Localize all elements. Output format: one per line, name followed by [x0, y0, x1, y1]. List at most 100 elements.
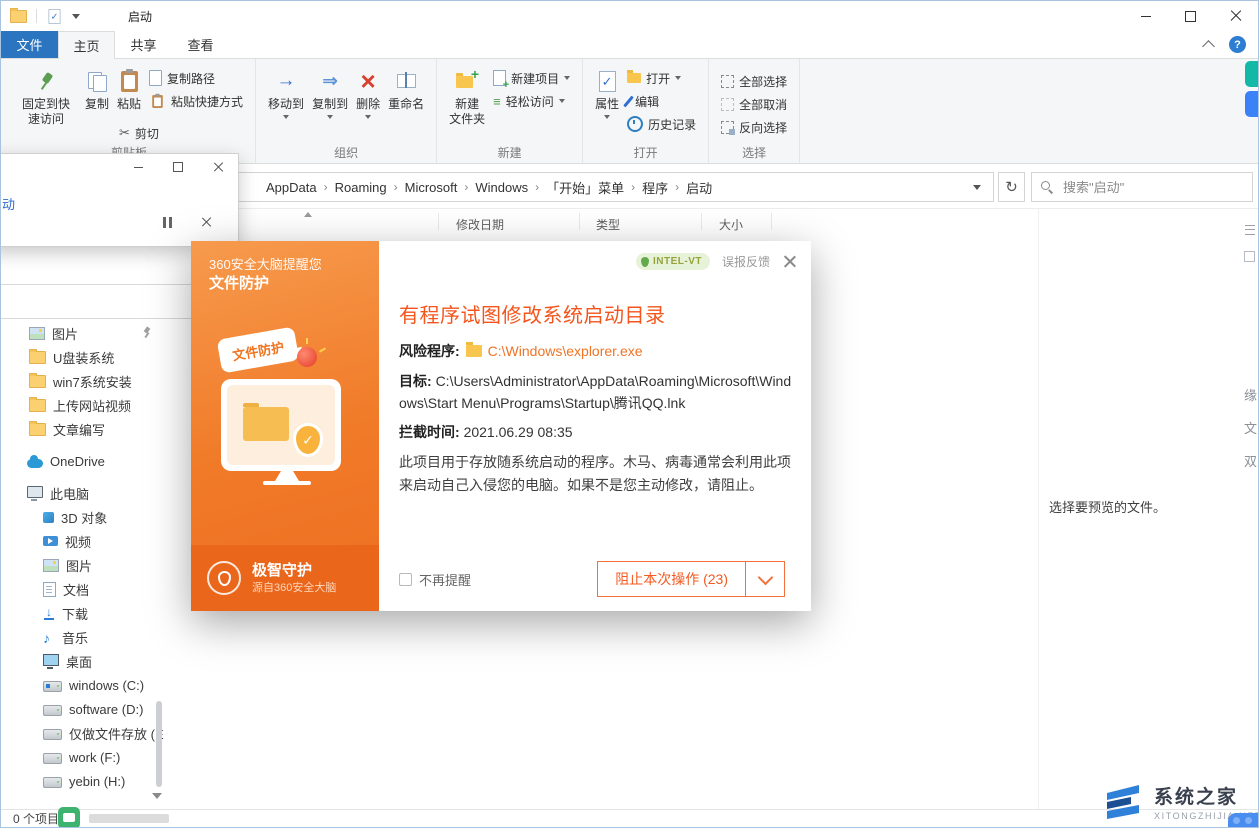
paste-button[interactable]: 粘贴	[113, 63, 145, 114]
breadcrumb-item[interactable]: 「开始」菜单	[540, 178, 630, 197]
breadcrumb-item[interactable]: Roaming	[329, 180, 393, 195]
column-header-size[interactable]: 大小	[719, 216, 743, 233]
sidebar-item[interactable]: work (F:)	[1, 745, 164, 769]
sidebar-item[interactable]: 桌面	[1, 649, 164, 673]
close-button[interactable]	[1213, 1, 1258, 31]
new-item-button[interactable]: 新建项目	[489, 68, 574, 88]
sidebar-item[interactable]: 3D 对象	[1, 505, 164, 529]
sidebar-item-label: win7系统安装	[53, 372, 132, 391]
button-label: 重命名	[388, 97, 424, 112]
dont-remind-checkbox[interactable]	[399, 573, 412, 586]
sidebar-item[interactable]: windows (C:)	[1, 673, 164, 697]
tab-view[interactable]: 查看	[172, 31, 229, 58]
minimize-button[interactable]	[1123, 1, 1168, 31]
block-action-button[interactable]: 阻止本次操作 (23)	[597, 561, 785, 597]
paste-shortcut-button[interactable]: 粘贴快捷方式	[145, 91, 247, 111]
mini-minimize-button[interactable]	[118, 154, 158, 180]
button-label: 新建项目	[511, 70, 559, 87]
address-dropdown-chevron-icon[interactable]	[973, 185, 981, 190]
dialog-title: 有程序试图修改系统启动目录	[399, 299, 666, 328]
qat-customize-chevron-icon[interactable]	[72, 14, 80, 19]
column-divider[interactable]	[579, 213, 580, 230]
search-input[interactable]	[1061, 179, 1245, 196]
cancel-button[interactable]	[200, 216, 212, 228]
tab-home[interactable]: 主页	[58, 31, 115, 59]
move-to-button[interactable]: 移动到	[264, 63, 308, 121]
select-none-button[interactable]: 全部取消	[717, 94, 791, 114]
quick-access-properties-icon[interactable]	[49, 9, 61, 24]
easy-access-button[interactable]: 轻松访问	[489, 91, 574, 111]
copy-button[interactable]: 复制	[81, 63, 113, 114]
maximize-button[interactable]	[1168, 1, 1213, 31]
cut-button[interactable]: 剪切	[115, 123, 163, 143]
breadcrumb-item[interactable]: 程序	[636, 178, 674, 197]
folder-icon	[29, 423, 46, 436]
sort-ascending-icon[interactable]	[304, 212, 312, 217]
pin-to-quick-access-button[interactable]: 固定到快 速访问	[11, 63, 81, 129]
clipped-text-glyph: 文	[1244, 418, 1257, 437]
sidebar-item[interactable]: 图片	[1, 321, 164, 345]
button-label: 删除	[356, 97, 380, 112]
drive-icon	[43, 777, 62, 788]
rename-button[interactable]: 重命名	[384, 63, 428, 114]
history-button[interactable]: 历史记录	[623, 114, 700, 134]
ribbon-group-clipboard: 固定到快 速访问 复制 粘贴 复制路径 粘贴快捷方式	[3, 59, 256, 163]
block-button-dropdown[interactable]	[745, 562, 784, 596]
refresh-button[interactable]	[998, 172, 1025, 202]
clipped-blue-app-icon[interactable]	[1245, 91, 1258, 117]
folder-illustration-icon	[243, 407, 289, 441]
risk-program-path[interactable]: C:\Windows\explorer.exe	[488, 343, 643, 359]
sidebar-item[interactable]: OneDrive	[1, 449, 164, 473]
copy-to-button[interactable]: 复制到	[308, 63, 352, 121]
pause-button[interactable]	[163, 217, 172, 228]
dont-remind-label[interactable]: 不再提醒	[419, 570, 471, 589]
sidebar-item[interactable]: U盘装系统	[1, 345, 164, 369]
sidebar-item[interactable]: 图片	[1, 553, 164, 577]
invert-selection-button[interactable]: 反向选择	[717, 117, 791, 137]
sidebar-item[interactable]: 上传网站视频	[1, 393, 164, 417]
sidebar-item[interactable]: 文档	[1, 577, 164, 601]
sidebar-item[interactable]: 音乐	[1, 625, 164, 649]
sidebar-scrollbar-thumb[interactable]	[156, 701, 162, 787]
copy-path-button[interactable]: 复制路径	[145, 68, 247, 88]
edit-button[interactable]: 编辑	[623, 91, 700, 111]
mini-close-button[interactable]	[198, 154, 238, 180]
breadcrumb-item[interactable]: Microsoft	[399, 180, 464, 195]
dialog-close-icon[interactable]	[782, 254, 797, 269]
sidebar-item[interactable]: win7系统安装	[1, 369, 164, 393]
column-divider[interactable]	[438, 213, 439, 230]
column-header-type[interactable]: 类型	[596, 216, 620, 233]
delete-button[interactable]: 删除	[352, 63, 384, 121]
shield-check-icon	[293, 423, 323, 457]
sidebar-scroll-down-icon[interactable]	[152, 793, 162, 799]
block-button-label[interactable]: 阻止本次操作 (23)	[598, 562, 745, 596]
sidebar-item[interactable]: 文章编写	[1, 417, 164, 441]
help-icon[interactable]	[1229, 36, 1246, 53]
mini-restore-button[interactable]	[158, 154, 198, 180]
select-all-button[interactable]: 全部选择	[717, 71, 791, 91]
sidebar-item[interactable]: 视频	[1, 529, 164, 553]
collapse-ribbon-icon[interactable]	[1202, 40, 1215, 53]
sidebar-item[interactable]: yebin (H:)	[1, 769, 164, 793]
new-folder-button[interactable]: 新建 文件夹	[445, 63, 489, 129]
tab-share[interactable]: 共享	[115, 31, 172, 58]
false-positive-feedback-link[interactable]: 误报反馈	[722, 253, 770, 270]
clipped-link-text[interactable]: 动	[2, 194, 15, 213]
select-none-icon	[721, 98, 734, 111]
sidebar-item[interactable]: 下载	[1, 601, 164, 625]
column-header-date-modified[interactable]: 修改日期	[456, 216, 504, 233]
guard-footer: 极智守护 源自360安全大脑	[191, 545, 379, 611]
breadcrumb-item[interactable]: Windows	[469, 180, 534, 195]
sidebar-item[interactable]: 仅做文件存放 (E	[1, 721, 164, 745]
dropdown-chevron-icon	[283, 115, 289, 119]
column-divider[interactable]	[771, 213, 772, 230]
properties-button[interactable]: 属性	[591, 63, 623, 121]
clipped-teal-app-icon[interactable]	[1245, 61, 1258, 87]
sidebar-item[interactable]: software (D:)	[1, 697, 164, 721]
column-divider[interactable]	[701, 213, 702, 230]
open-button[interactable]: 打开	[623, 68, 700, 88]
tab-file[interactable]: 文件	[1, 31, 58, 58]
breadcrumb-item[interactable]: 启动	[680, 178, 718, 197]
breadcrumb-item[interactable]: AppData	[260, 180, 323, 195]
sidebar-item[interactable]: 此电脑	[1, 481, 164, 505]
